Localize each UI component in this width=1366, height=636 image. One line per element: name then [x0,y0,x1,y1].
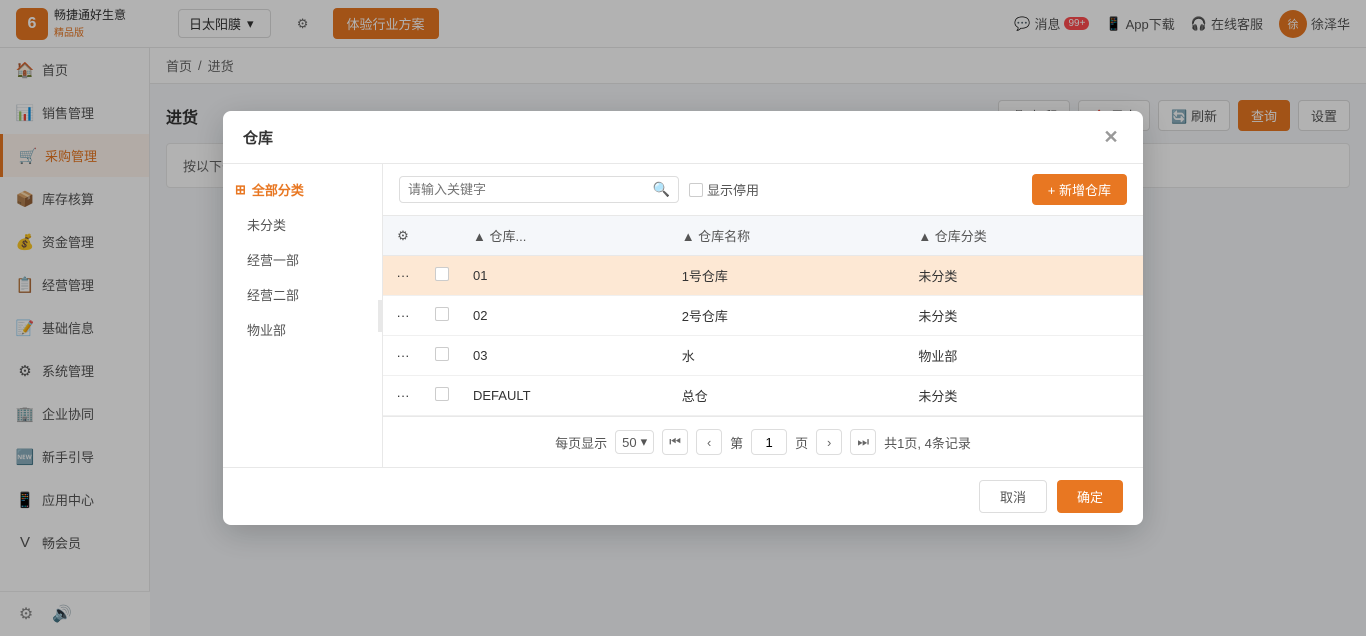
row-no: 03 [461,336,670,376]
search-input-wrap: 🔍 [399,176,679,203]
row-name: 水 [670,336,907,376]
row-actions[interactable]: ··· [383,296,423,336]
row-checkbox[interactable] [423,296,461,336]
table-row[interactable]: ··· 01 1号仓库 未分类 [383,256,1143,296]
page-unit: 页 [795,433,808,452]
category-item-dept1[interactable]: 经营一部 [223,242,382,277]
category-item-dept2[interactable]: 经营二部 [223,277,382,312]
table-toolbar: 🔍 显示停用 + 新增仓库 [383,164,1143,216]
page-label: 第 [730,433,743,452]
search-input[interactable] [408,182,653,197]
category-panel: ⊞ 全部分类 未分类经营一部经营二部物业部 《 [223,164,383,467]
row-checkbox[interactable] [423,256,461,296]
row-no: DEFAULT [461,376,670,416]
page-input[interactable] [751,429,787,455]
dialog-overlay: 仓库 ✕ ⊞ 全部分类 未分类经营一部经营二部物业部 《 🔍 [0,0,1366,636]
dialog-header: 仓库 ✕ [223,111,1143,164]
chevron-down-icon: ▾ [641,434,648,450]
dialog-close-button[interactable]: ✕ [1099,125,1123,149]
row-category: 未分类 [906,376,1143,416]
last-page-button[interactable]: ⏭ [850,429,876,455]
warehouse-dialog: 仓库 ✕ ⊞ 全部分类 未分类经营一部经营二部物业部 《 🔍 [223,111,1143,525]
page-size-select[interactable]: 50 ▾ [615,430,654,454]
row-checkbox[interactable] [423,336,461,376]
row-category: 未分类 [906,296,1143,336]
show-disabled-label[interactable]: 显示停用 [689,180,759,199]
dialog-footer: 取消 确定 [223,467,1143,525]
per-page-label: 每页显示 [555,433,607,452]
table-row[interactable]: ··· DEFAULT 总仓 未分类 [383,376,1143,416]
col-settings: ⚙ [383,216,423,256]
col-name: ▲ 仓库名称 [670,216,907,256]
row-name: 2号仓库 [670,296,907,336]
confirm-button[interactable]: 确定 [1057,480,1123,513]
prev-page-button[interactable]: ‹ [696,429,722,455]
table-row[interactable]: ··· 03 水 物业部 [383,336,1143,376]
dialog-title: 仓库 [243,127,273,148]
table-row[interactable]: ··· 02 2号仓库 未分类 [383,296,1143,336]
all-category-label: 全部分类 [252,180,304,199]
next-page-button[interactable]: › [816,429,842,455]
page-size-value: 50 [622,435,636,450]
row-no: 02 [461,296,670,336]
total-info: 共1页, 4条记录 [884,433,971,452]
table-header-row: ⚙ ▲ 仓库... ▲ 仓库名称 ▲ 仓库分类 [383,216,1143,256]
collapse-category-button[interactable]: 《 [378,300,383,332]
row-actions[interactable]: ··· [383,376,423,416]
category-item-property[interactable]: 物业部 [223,312,382,347]
grid-icon: ⊞ [235,182,246,198]
row-actions[interactable]: ··· [383,336,423,376]
first-page-button[interactable]: ⏮ [662,429,688,455]
warehouse-table: ⚙ ▲ 仓库... ▲ 仓库名称 ▲ 仓库分类 [383,216,1143,416]
table-panel: 🔍 显示停用 + 新增仓库 ⚙ [383,164,1143,467]
search-icon[interactable]: 🔍 [653,181,670,198]
col-category: ▲ 仓库分类 [906,216,1143,256]
category-item-uncat[interactable]: 未分类 [223,207,382,242]
add-warehouse-button[interactable]: + 新增仓库 [1032,174,1127,205]
show-disabled-checkbox[interactable] [689,183,703,197]
pagination-bar: 每页显示 50 ▾ ⏮ ‹ 第 页 › ⏭ 共1页, 4条记录 [383,416,1143,467]
dialog-body: ⊞ 全部分类 未分类经营一部经营二部物业部 《 🔍 显示停用 [223,164,1143,467]
row-no: 01 [461,256,670,296]
col-checkbox [423,216,461,256]
col-code: ▲ 仓库... [461,216,670,256]
all-category-header[interactable]: ⊞ 全部分类 [223,172,382,207]
show-disabled-text: 显示停用 [707,180,759,199]
row-actions[interactable]: ··· [383,256,423,296]
row-category: 未分类 [906,256,1143,296]
row-name: 1号仓库 [670,256,907,296]
cancel-button[interactable]: 取消 [979,480,1047,513]
row-name: 总仓 [670,376,907,416]
row-checkbox[interactable] [423,376,461,416]
row-category: 物业部 [906,336,1143,376]
warehouse-data-table: ⚙ ▲ 仓库... ▲ 仓库名称 ▲ 仓库分类 [383,216,1143,416]
